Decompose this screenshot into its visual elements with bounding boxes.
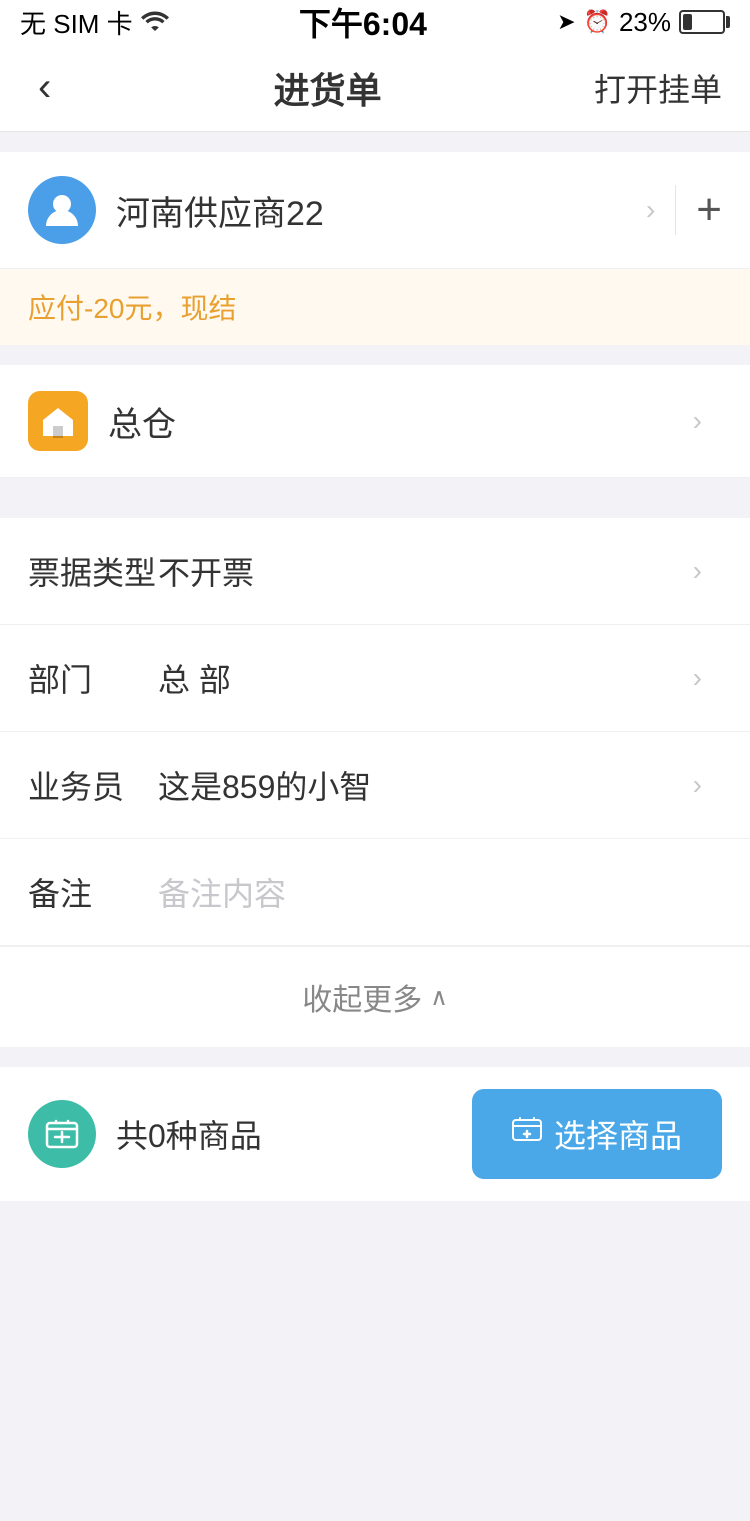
select-product-button[interactable]: 选择商品	[472, 1089, 722, 1179]
salesman-row[interactable]: 业务员 这是859的小智 ›	[0, 732, 750, 839]
product-count: 共0种商品	[116, 1111, 262, 1157]
dept-label: 部门	[28, 655, 158, 701]
form-section: 票据类型 不开票 › 部门 总 部 › 业务员 这是859的小智 › 备注 备注…	[0, 518, 750, 1047]
invoice-value: 不开票	[158, 548, 693, 594]
status-left: 无 SIM 卡	[20, 4, 169, 41]
battery-icon	[679, 10, 730, 34]
dept-value: 总 部	[158, 655, 693, 701]
top-divider	[0, 132, 750, 152]
bottom-fill	[0, 1201, 750, 1521]
warehouse-row[interactable]: 总仓 ›	[0, 365, 750, 478]
warehouse-name: 总仓	[108, 397, 693, 446]
mid-divider-1	[0, 345, 750, 365]
add-supplier-button[interactable]: +	[675, 185, 722, 235]
alarm-icon: ⏰	[584, 9, 611, 35]
status-time: 下午6:04	[299, 0, 427, 45]
invoice-label: 票据类型	[28, 548, 158, 594]
open-pending-button[interactable]: 打开挂单	[594, 65, 722, 111]
status-right: ➤ ⏰ 23%	[557, 7, 730, 38]
dept-chevron-icon: ›	[693, 662, 702, 694]
collapse-toggle[interactable]: 收起更多 ∧	[0, 946, 750, 1047]
mid-divider-2	[0, 478, 750, 498]
salesman-label: 业务员	[28, 762, 158, 808]
select-product-label: 选择商品	[554, 1111, 682, 1157]
nav-bar: ‹ 进货单 打开挂单	[0, 44, 750, 132]
remark-input[interactable]: 备注内容	[158, 869, 722, 915]
supplier-row[interactable]: 河南供应商22 › +	[0, 152, 750, 269]
invoice-row[interactable]: 票据类型 不开票 ›	[0, 518, 750, 625]
supplier-avatar	[28, 176, 96, 244]
status-bar: 无 SIM 卡 下午6:04 ➤ ⏰ 23%	[0, 0, 750, 44]
product-bar: 共0种商品 选择商品	[0, 1067, 750, 1201]
product-icon	[28, 1100, 96, 1168]
page-title: 进货单	[274, 62, 382, 114]
notice-text: 应付-20元，现结	[28, 293, 236, 324]
remark-row[interactable]: 备注 备注内容	[0, 839, 750, 946]
collapse-text: 收起更多	[302, 975, 422, 1019]
supplier-chevron-icon: ›	[646, 194, 655, 226]
remark-label: 备注	[28, 869, 158, 915]
supplier-name: 河南供应商22	[116, 186, 646, 235]
warehouse-icon	[28, 391, 88, 451]
salesman-chevron-icon: ›	[693, 769, 702, 801]
salesman-value: 这是859的小智	[158, 762, 693, 808]
back-button[interactable]: ‹	[28, 55, 61, 120]
product-left: 共0种商品	[28, 1100, 262, 1168]
notice-banner: 应付-20元，现结	[0, 269, 750, 345]
carrier-text: 无 SIM 卡	[20, 4, 133, 41]
dept-row[interactable]: 部门 总 部 ›	[0, 625, 750, 732]
collapse-arrow-icon: ∧	[430, 983, 448, 1012]
supplier-section: 河南供应商22 › + 应付-20元，现结	[0, 152, 750, 345]
warehouse-chevron-icon: ›	[693, 405, 702, 437]
location-icon: ➤	[557, 9, 575, 35]
battery-percent: 23%	[619, 7, 671, 38]
wifi-icon	[141, 7, 169, 38]
invoice-chevron-icon: ›	[693, 555, 702, 587]
select-product-icon	[512, 1116, 542, 1152]
